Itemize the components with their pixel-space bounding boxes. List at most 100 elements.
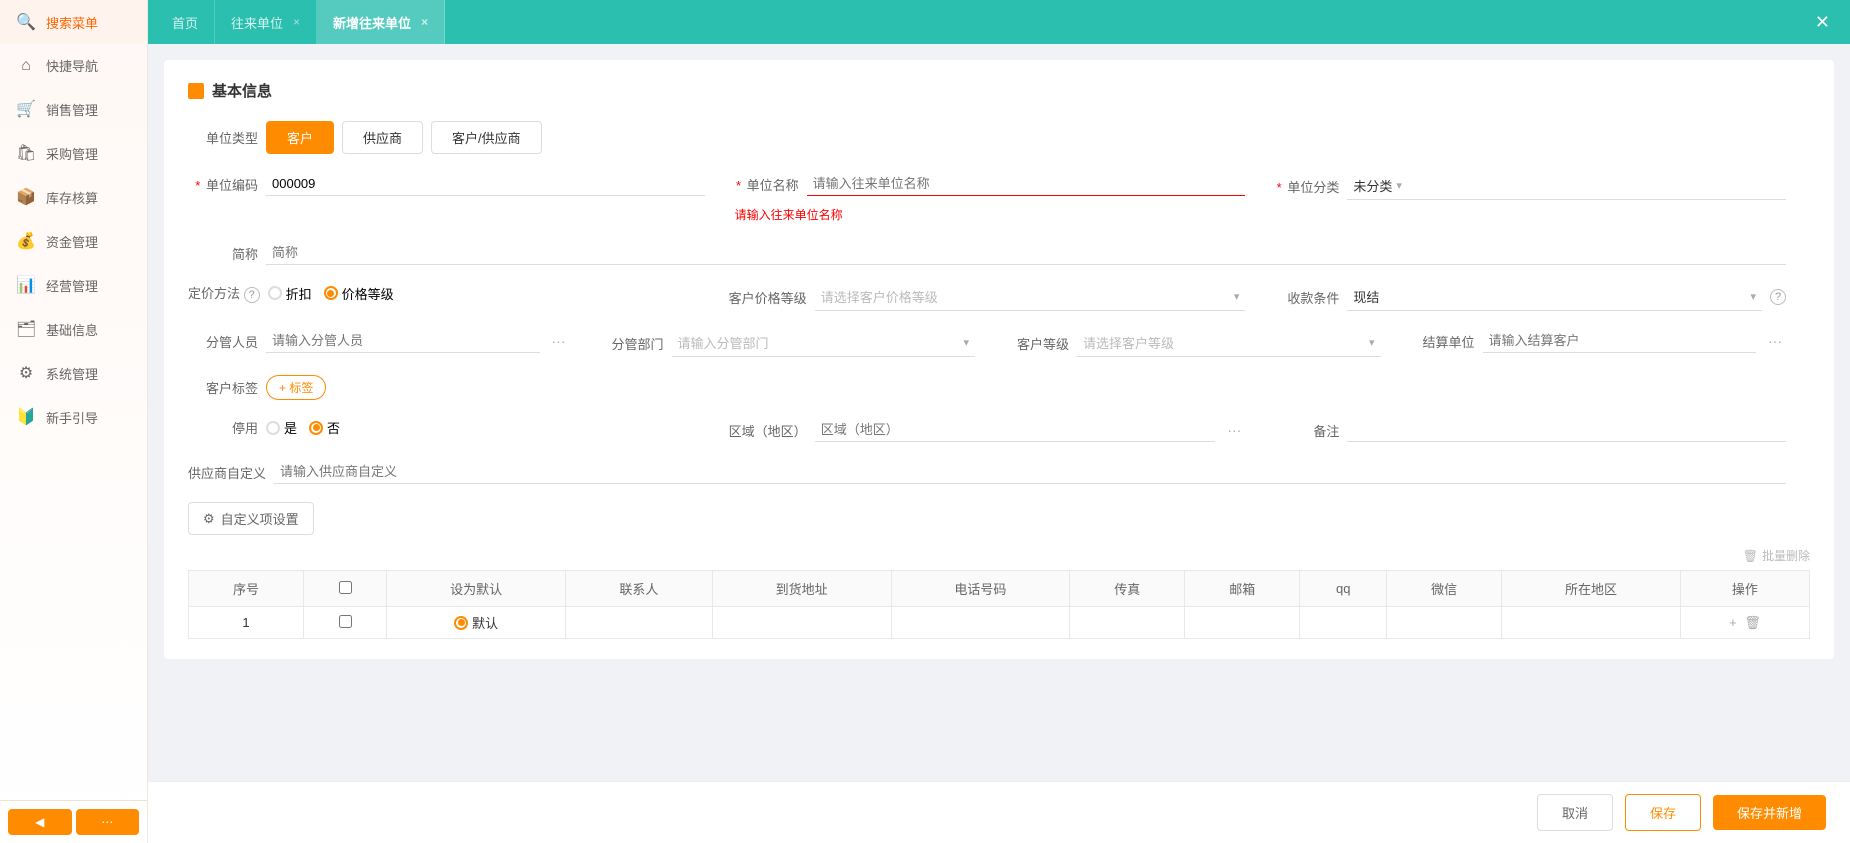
window-close-button[interactable]: ✕	[1803, 12, 1842, 33]
newbie-icon: 🔰	[16, 407, 36, 427]
save-button[interactable]: 保存	[1625, 794, 1701, 831]
select-all-checkbox[interactable]	[339, 581, 352, 594]
unit-code-label: * 单位编码	[188, 175, 258, 194]
sidebar-item-newbie[interactable]: 🔰 新手引导	[0, 395, 147, 439]
unit-btn-both[interactable]: 客户/供应商	[431, 121, 542, 154]
basic-info-card: 基本信息 单位类型 客户 供应商 客户/供应商 *	[164, 60, 1834, 659]
folder-icon: 🗂	[16, 319, 36, 339]
unit-code-input[interactable]	[266, 172, 705, 196]
sidebar-item-search[interactable]: 🔍 搜索菜单	[0, 0, 147, 44]
radio-yes[interactable]: 是	[266, 418, 297, 437]
add-row-button[interactable]: +	[1729, 615, 1737, 630]
tab-bar: 首页 往来单位 × 新增往来单位 × ✕	[148, 0, 1850, 44]
chevron-down-icon3: ▾	[1750, 290, 1756, 303]
section-title-text: 基本信息	[212, 80, 272, 101]
unit-btn-customer[interactable]: 客户	[266, 121, 334, 154]
disable-region-row: 停用 是 否 区域（地区）	[188, 418, 1810, 442]
row-checkbox[interactable]	[339, 615, 352, 628]
manager-more-button[interactable]: ···	[548, 333, 570, 349]
tab-home[interactable]: 首页	[156, 0, 215, 44]
row-wechat	[1387, 607, 1502, 639]
settlement-more-button[interactable]: ···	[1764, 333, 1786, 349]
settlement-unit-input[interactable]	[1483, 329, 1757, 353]
sidebar-item-quicknav[interactable]: ⌂ 快捷导航	[0, 44, 147, 87]
sidebar-item-inventory[interactable]: 📦 库存核算	[0, 175, 147, 219]
help-icon2[interactable]: ?	[1770, 289, 1786, 305]
customer-price-level-field: 客户价格等级 请选择客户价格等级 ▾	[729, 283, 1270, 311]
sidebar-item-basic[interactable]: 🗂 基础信息	[0, 307, 147, 351]
gear-icon: ⚙	[16, 363, 36, 383]
customer-level-select[interactable]: 请选择客户等级 ▾	[1077, 329, 1381, 357]
cart-icon: 🛒	[16, 99, 36, 119]
col-email: 邮箱	[1185, 571, 1300, 607]
section-icon	[188, 83, 204, 99]
row-checkbox-cell[interactable]	[304, 607, 387, 639]
row-contact	[565, 607, 712, 639]
default-radio-circle	[454, 616, 468, 630]
customer-level-field: 客户等级 请选择客户等级 ▾	[999, 329, 1405, 357]
supplier-custom-input[interactable]	[274, 460, 1786, 484]
pricing-method-label: 定价方法 ?	[188, 283, 260, 303]
region-input[interactable]	[815, 418, 1216, 442]
sidebar-item-finance[interactable]: 💰 资金管理	[0, 219, 147, 263]
unit-btn-supplier[interactable]: 供应商	[342, 121, 423, 154]
menu-extra-button[interactable]: ⋯	[76, 809, 140, 835]
tab-partners-label: 往来单位	[231, 13, 283, 32]
payment-terms-field: 收款条件 现结 ▾ ?	[1269, 283, 1810, 311]
manager-field: 分管人员 ···	[188, 329, 594, 353]
default-label: 默认	[472, 613, 498, 632]
settlement-unit-field: 结算单位 ···	[1405, 329, 1811, 353]
sidebar-item-purchase[interactable]: 🛍 采购管理	[0, 131, 147, 175]
radio-level[interactable]: 价格等级	[324, 284, 394, 303]
sidebar-item-operations[interactable]: 📊 经营管理	[0, 263, 147, 307]
help-icon[interactable]: ?	[244, 287, 260, 303]
tab-new-partner-close[interactable]: ×	[421, 15, 428, 29]
yes-label: 是	[284, 418, 297, 437]
batch-delete-area[interactable]: 🗑 批量删除	[188, 547, 1810, 564]
col-region: 所在地区	[1502, 571, 1681, 607]
radio-circle-no	[309, 421, 323, 435]
col-num: 序号	[189, 571, 304, 607]
save-new-button[interactable]: 保存并新增	[1713, 795, 1826, 830]
delete-row-button[interactable]: 🗑	[1744, 615, 1761, 630]
row-phone	[891, 607, 1070, 639]
contacts-table: 序号 设为默认 联系人 到货地址 电话号码 传真 邮箱 qq 微信 所在地区 操…	[188, 570, 1810, 639]
add-tag-button[interactable]: + 标签	[266, 375, 326, 400]
row-qq	[1300, 607, 1387, 639]
unit-name-error: 请输入往来单位名称	[735, 206, 843, 223]
sidebar: 🔍 搜索菜单 ⌂ 快捷导航 🛒 销售管理 🛍 采购管理 📦 库存核算 💰 资金管…	[0, 0, 148, 843]
unit-name-label: * 单位名称	[729, 175, 799, 194]
manager-label: 分管人员	[188, 332, 258, 351]
tab-partners[interactable]: 往来单位 ×	[215, 0, 317, 44]
bag-icon: 🛍	[16, 143, 36, 163]
default-radio[interactable]: 默认	[397, 613, 555, 632]
radio-discount[interactable]: 折扣	[268, 284, 312, 303]
custom-setting-label: 自定义项设置	[221, 509, 299, 528]
customer-price-level-select[interactable]: 请选择客户价格等级 ▾	[815, 283, 1246, 311]
expand-button[interactable]: ◀	[8, 809, 72, 835]
payment-terms-select[interactable]: 现结 ▾	[1347, 283, 1762, 311]
sidebar-item-label: 采购管理	[46, 144, 98, 163]
sidebar-item-label: 新手引导	[46, 408, 98, 427]
custom-setting-button[interactable]: ⚙ 自定义项设置	[188, 502, 314, 535]
customer-price-level-placeholder: 请选择客户价格等级	[821, 287, 1230, 306]
sidebar-item-label: 搜索菜单	[46, 13, 98, 32]
tab-partners-close[interactable]: ×	[293, 15, 300, 29]
supplier-custom-field: 供应商自定义	[188, 460, 1810, 484]
required-star3: *	[1277, 180, 1282, 195]
box-icon: 📦	[16, 187, 36, 207]
sidebar-item-system[interactable]: ⚙ 系统管理	[0, 351, 147, 395]
sidebar-item-sales[interactable]: 🛒 销售管理	[0, 87, 147, 131]
unit-name-input[interactable]	[807, 172, 1246, 196]
department-select[interactable]: 请输入分管部门 ▾	[672, 329, 976, 357]
tab-new-partner-label: 新增往来单位	[333, 13, 411, 32]
remark-input[interactable]	[1347, 418, 1786, 442]
cancel-button[interactable]: 取消	[1537, 794, 1613, 831]
tab-new-partner[interactable]: 新增往来单位 ×	[317, 0, 445, 44]
unit-category-select[interactable]: 未分类 ▾	[1347, 172, 1786, 200]
row-action: + 🗑	[1680, 607, 1809, 639]
region-more-button[interactable]: ···	[1223, 422, 1245, 438]
radio-no[interactable]: 否	[309, 418, 340, 437]
short-name-input[interactable]	[266, 241, 1786, 265]
manager-input[interactable]	[266, 329, 540, 353]
